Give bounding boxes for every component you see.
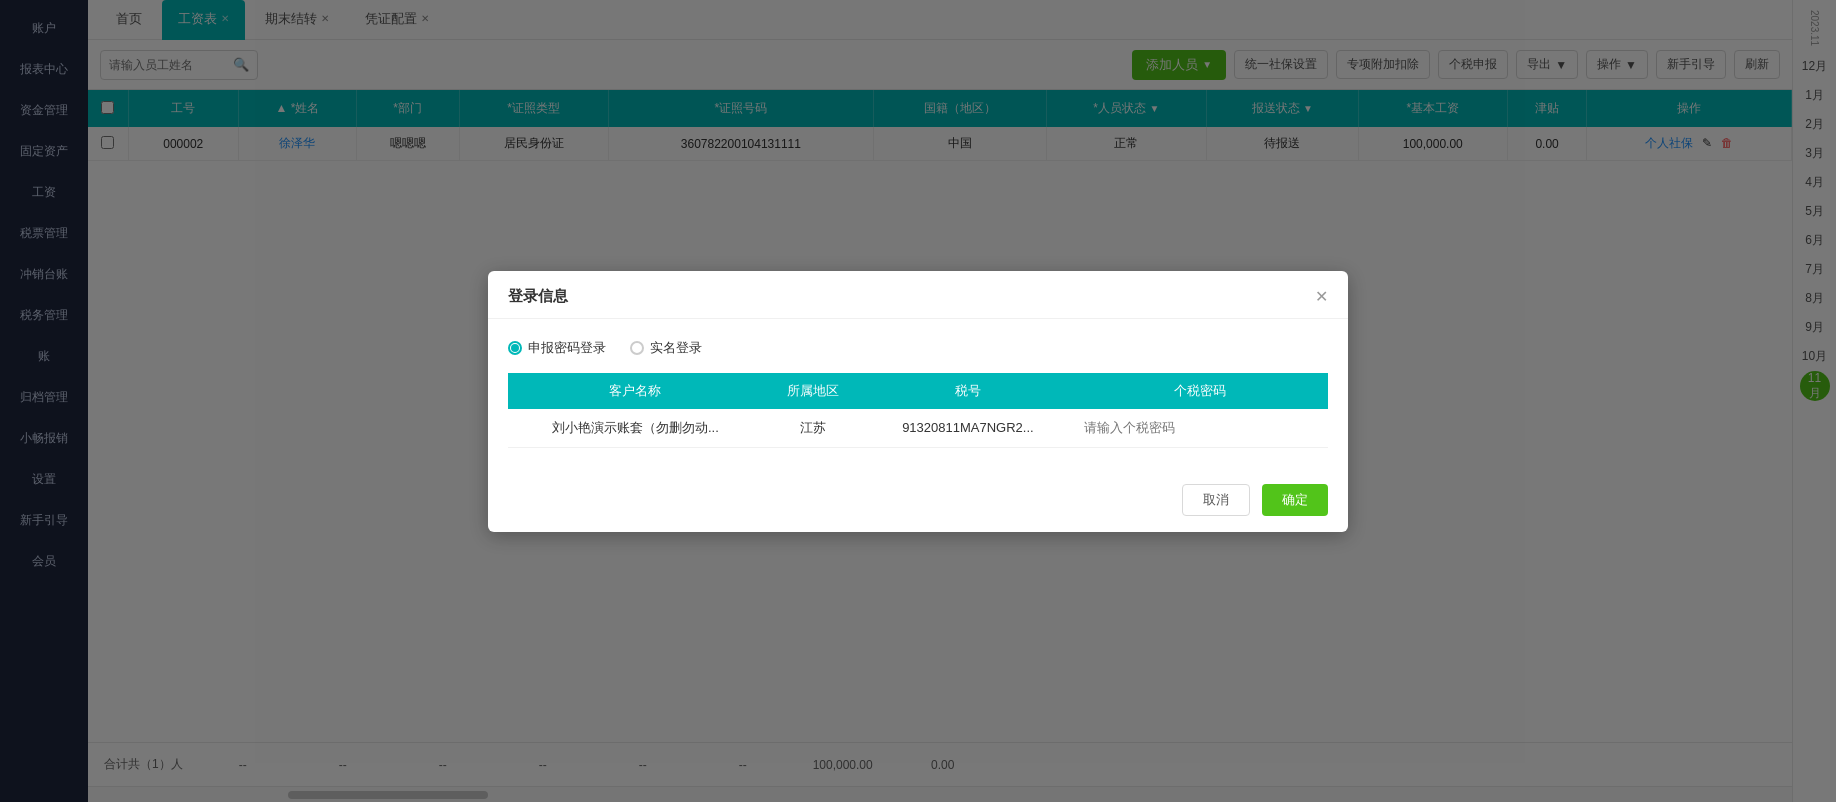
dialog-cell-name: 刘小艳演示账套（勿删勿动... <box>508 409 763 448</box>
dialog-cell-region: 江苏 <box>763 409 864 448</box>
radio-password-login[interactable]: 申报密码登录 <box>508 339 606 357</box>
radio-realname-login[interactable]: 实名登录 <box>630 339 702 357</box>
dialog-col-password: 个税密码 <box>1072 373 1328 409</box>
dialog-overlay: 登录信息 ✕ 申报密码登录 实名登录 客户名称 <box>0 0 1836 802</box>
tax-password-input[interactable] <box>1084 420 1316 435</box>
dialog-body: 申报密码登录 实名登录 客户名称 所属地区 税号 个税密码 <box>488 319 1348 468</box>
dialog-col-name: 客户名称 <box>508 373 763 409</box>
radio-realname-circle <box>630 341 644 355</box>
dialog-cell-password[interactable] <box>1072 409 1328 448</box>
dialog-header: 登录信息 ✕ <box>488 271 1348 319</box>
dialog-col-region: 所属地区 <box>763 373 864 409</box>
dialog-table-row: 刘小艳演示账套（勿删勿动... 江苏 91320811MA7NGR2... <box>508 409 1328 448</box>
dialog-cell-taxnum: 91320811MA7NGR2... <box>864 409 1072 448</box>
cancel-button[interactable]: 取消 <box>1182 484 1250 516</box>
login-dialog: 登录信息 ✕ 申报密码登录 实名登录 客户名称 <box>488 271 1348 532</box>
dialog-col-taxnum: 税号 <box>864 373 1072 409</box>
radio-group: 申报密码登录 实名登录 <box>508 339 1328 357</box>
dialog-table: 客户名称 所属地区 税号 个税密码 刘小艳演示账套（勿删勿动... 江苏 913… <box>508 373 1328 448</box>
dialog-close-button[interactable]: ✕ <box>1315 287 1328 306</box>
confirm-button[interactable]: 确定 <box>1262 484 1328 516</box>
radio-password-circle <box>508 341 522 355</box>
dialog-footer: 取消 确定 <box>488 468 1348 532</box>
dialog-title: 登录信息 <box>508 287 568 306</box>
